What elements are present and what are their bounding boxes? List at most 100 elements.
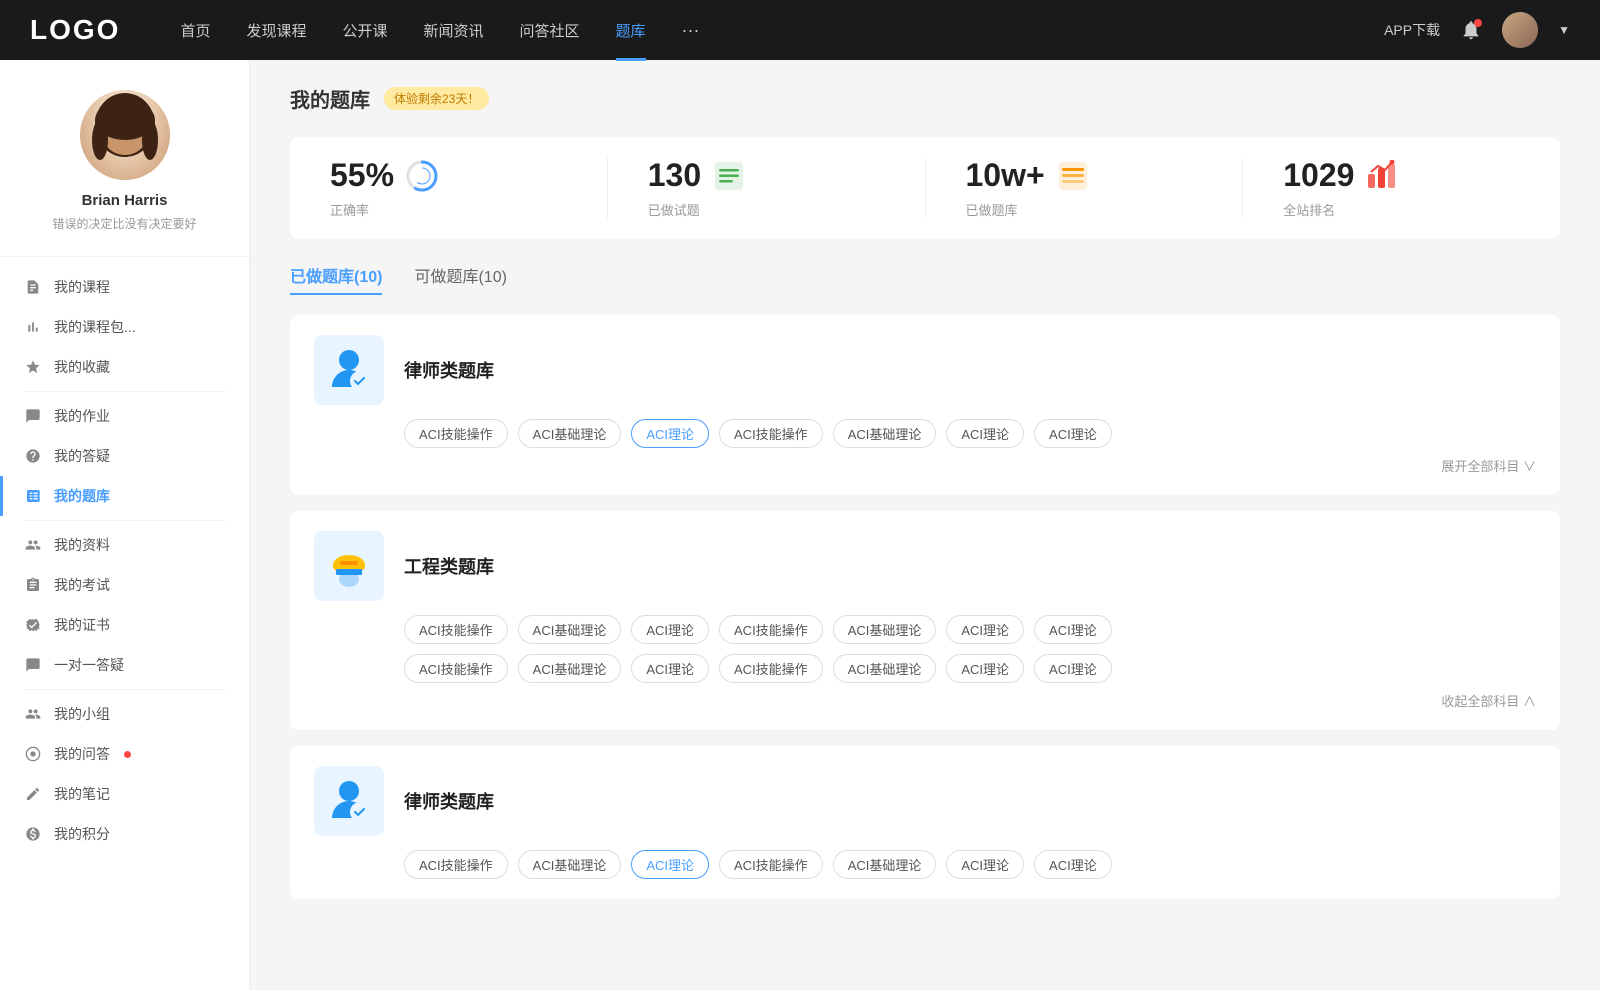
- tag-0-0[interactable]: ACI技能操作: [404, 419, 508, 448]
- sidebar-item-course-pkg[interactable]: 我的课程包...: [0, 307, 249, 347]
- nav-question-bank[interactable]: 题库: [616, 20, 646, 41]
- sidebar-label-profile: 我的资料: [54, 535, 110, 555]
- bank-header-lawyer-1: 律师类题库: [314, 335, 1536, 405]
- sidebar-item-notes[interactable]: 我的笔记: [0, 774, 249, 814]
- sidebar-item-points[interactable]: 我的积分: [0, 814, 249, 854]
- collapse-link-engineer[interactable]: 收起全部科目 ∧: [1441, 691, 1536, 710]
- bank-footer-engineer: 收起全部科目 ∧: [314, 683, 1536, 710]
- tag-1-2[interactable]: ACI理论: [631, 615, 709, 644]
- tag-2-3[interactable]: ACI技能操作: [719, 850, 823, 879]
- tab-done-banks[interactable]: 已做题库(10): [290, 263, 382, 295]
- bank-card-lawyer-2: 律师类题库 ACI技能操作 ACI基础理论 ACI理论 ACI技能操作 ACI基…: [290, 746, 1560, 899]
- bank-header-lawyer-2: 律师类题库: [314, 766, 1536, 836]
- bank-card-engineer: 工程类题库 ACI技能操作 ACI基础理论 ACI理论 ACI技能操作 ACI基…: [290, 511, 1560, 730]
- user-menu-chevron[interactable]: ▼: [1558, 23, 1570, 37]
- sidebar-item-group[interactable]: 我的小组: [0, 694, 249, 734]
- tag-0-1[interactable]: ACI基础理论: [518, 419, 622, 448]
- app-download-button[interactable]: APP下载: [1384, 20, 1440, 40]
- notification-bell[interactable]: [1460, 19, 1482, 41]
- sidebar-item-my-qa[interactable]: 我的问答: [0, 734, 249, 774]
- tag-1-4[interactable]: ACI基础理论: [833, 615, 937, 644]
- nav-news[interactable]: 新闻资讯: [424, 20, 484, 41]
- coin-icon: [24, 825, 42, 843]
- tag-1-9[interactable]: ACI理论: [631, 654, 709, 683]
- sidebar-label-notes: 我的笔记: [54, 784, 110, 804]
- tag-0-6[interactable]: ACI理论: [1034, 419, 1112, 448]
- sidebar-item-profile[interactable]: 我的资料: [0, 525, 249, 565]
- bank-header-engineer: 工程类题库: [314, 531, 1536, 601]
- tag-2-5[interactable]: ACI理论: [946, 850, 1024, 879]
- engineer-bank-icon: [314, 531, 384, 601]
- tag-1-7[interactable]: ACI技能操作: [404, 654, 508, 683]
- nav-qa[interactable]: 问答社区: [520, 20, 580, 41]
- sidebar-profile: Brian Harris 错误的决定比没有决定要好: [0, 90, 249, 257]
- tag-1-12[interactable]: ACI理论: [946, 654, 1024, 683]
- tag-1-1[interactable]: ACI基础理论: [518, 615, 622, 644]
- tag-1-10[interactable]: ACI技能操作: [719, 654, 823, 683]
- clipboard-icon: [24, 576, 42, 594]
- bank-card-lawyer-1: 律师类题库 ACI技能操作 ACI基础理论 ACI理论 ACI技能操作 ACI基…: [290, 315, 1560, 495]
- page-layout: Brian Harris 错误的决定比没有决定要好 我的课程 我的课程包...: [0, 60, 1600, 990]
- nav-open-course[interactable]: 公开课: [342, 20, 387, 41]
- tag-2-4[interactable]: ACI基础理论: [833, 850, 937, 879]
- tag-1-11[interactable]: ACI基础理论: [833, 654, 937, 683]
- nav-discover[interactable]: 发现课程: [246, 20, 306, 41]
- sidebar-label-homework: 我的作业: [54, 406, 110, 426]
- stat-banks-value: 10w+: [966, 157, 1045, 194]
- tag-1-8[interactable]: ACI基础理论: [518, 654, 622, 683]
- page-title: 我的题库: [290, 84, 370, 113]
- tag-1-6[interactable]: ACI理论: [1034, 615, 1112, 644]
- tag-2-0[interactable]: ACI技能操作: [404, 850, 508, 879]
- sidebar-label-exam: 我的考试: [54, 575, 110, 595]
- nav-more-button[interactable]: ···: [682, 20, 700, 41]
- tag-1-3[interactable]: ACI技能操作: [719, 615, 823, 644]
- tag-2-1[interactable]: ACI基础理论: [518, 850, 622, 879]
- tag-0-3[interactable]: ACI技能操作: [719, 419, 823, 448]
- pencil-icon: [24, 785, 42, 803]
- sidebar-item-qa[interactable]: 我的答疑: [0, 436, 249, 476]
- bank-tags-engineer-row1: ACI技能操作 ACI基础理论 ACI理论 ACI技能操作 ACI基础理论 AC…: [314, 615, 1536, 644]
- expand-link-lawyer-1[interactable]: 展开全部科目 ∨: [1441, 456, 1536, 475]
- tag-0-2-active[interactable]: ACI理论: [631, 419, 709, 448]
- avatar-svg: [80, 90, 170, 180]
- sidebar: Brian Harris 错误的决定比没有决定要好 我的课程 我的课程包...: [0, 60, 250, 990]
- table-icon: [24, 487, 42, 505]
- user-avatar[interactable]: [1502, 12, 1538, 48]
- nav-right: APP下载 ▼: [1384, 12, 1570, 48]
- sidebar-item-exam[interactable]: 我的考试: [0, 565, 249, 605]
- tag-1-5[interactable]: ACI理论: [946, 615, 1024, 644]
- done-banks-icon: [1055, 158, 1091, 194]
- sidebar-label-favorites: 我的收藏: [54, 357, 110, 377]
- tag-2-6[interactable]: ACI理论: [1034, 850, 1112, 879]
- stat-ranking-label: 全站排名: [1283, 200, 1335, 219]
- tag-2-2-active[interactable]: ACI理论: [631, 850, 709, 879]
- page-header: 我的题库 体验剩余23天！: [290, 84, 1560, 113]
- stat-ranking-value: 1029: [1283, 157, 1354, 194]
- sidebar-item-favorites[interactable]: 我的收藏: [0, 347, 249, 387]
- tag-1-13[interactable]: ACI理论: [1034, 654, 1112, 683]
- logo: LOGO: [30, 14, 120, 46]
- sidebar-item-course[interactable]: 我的课程: [0, 267, 249, 307]
- sidebar-item-certificate[interactable]: 我的证书: [0, 605, 249, 645]
- done-questions-icon: [711, 158, 747, 194]
- qa-notification-dot: [124, 751, 131, 758]
- sidebar-item-one-on-one[interactable]: 一对一答疑: [0, 645, 249, 685]
- bank-footer-lawyer-1: 展开全部科目 ∨: [314, 448, 1536, 475]
- sidebar-item-homework[interactable]: 我的作业: [0, 396, 249, 436]
- sidebar-label-my-qa: 我的问答: [54, 744, 110, 764]
- bank-tags-engineer-row2: ACI技能操作 ACI基础理论 ACI理论 ACI技能操作 ACI基础理论 AC…: [314, 654, 1536, 683]
- bank-title-lawyer-1: 律师类题库: [404, 357, 494, 383]
- profile-name: Brian Harris: [82, 192, 168, 209]
- tag-0-4[interactable]: ACI基础理论: [833, 419, 937, 448]
- file-icon: [24, 278, 42, 296]
- question-circle-icon: [24, 447, 42, 465]
- tab-available-banks[interactable]: 可做题库(10): [414, 263, 506, 295]
- sidebar-item-question-bank[interactable]: 我的题库: [0, 476, 249, 516]
- divider-2: [24, 520, 225, 521]
- tag-0-5[interactable]: ACI理论: [946, 419, 1024, 448]
- nav-links: 首页 发现课程 公开课 新闻资讯 问答社区 题库 ···: [180, 20, 1384, 41]
- nav-home[interactable]: 首页: [180, 20, 210, 41]
- tag-1-0[interactable]: ACI技能操作: [404, 615, 508, 644]
- stat-accuracy-value: 55%: [330, 157, 394, 194]
- stat-done-questions: 130 已做试题: [608, 157, 926, 219]
